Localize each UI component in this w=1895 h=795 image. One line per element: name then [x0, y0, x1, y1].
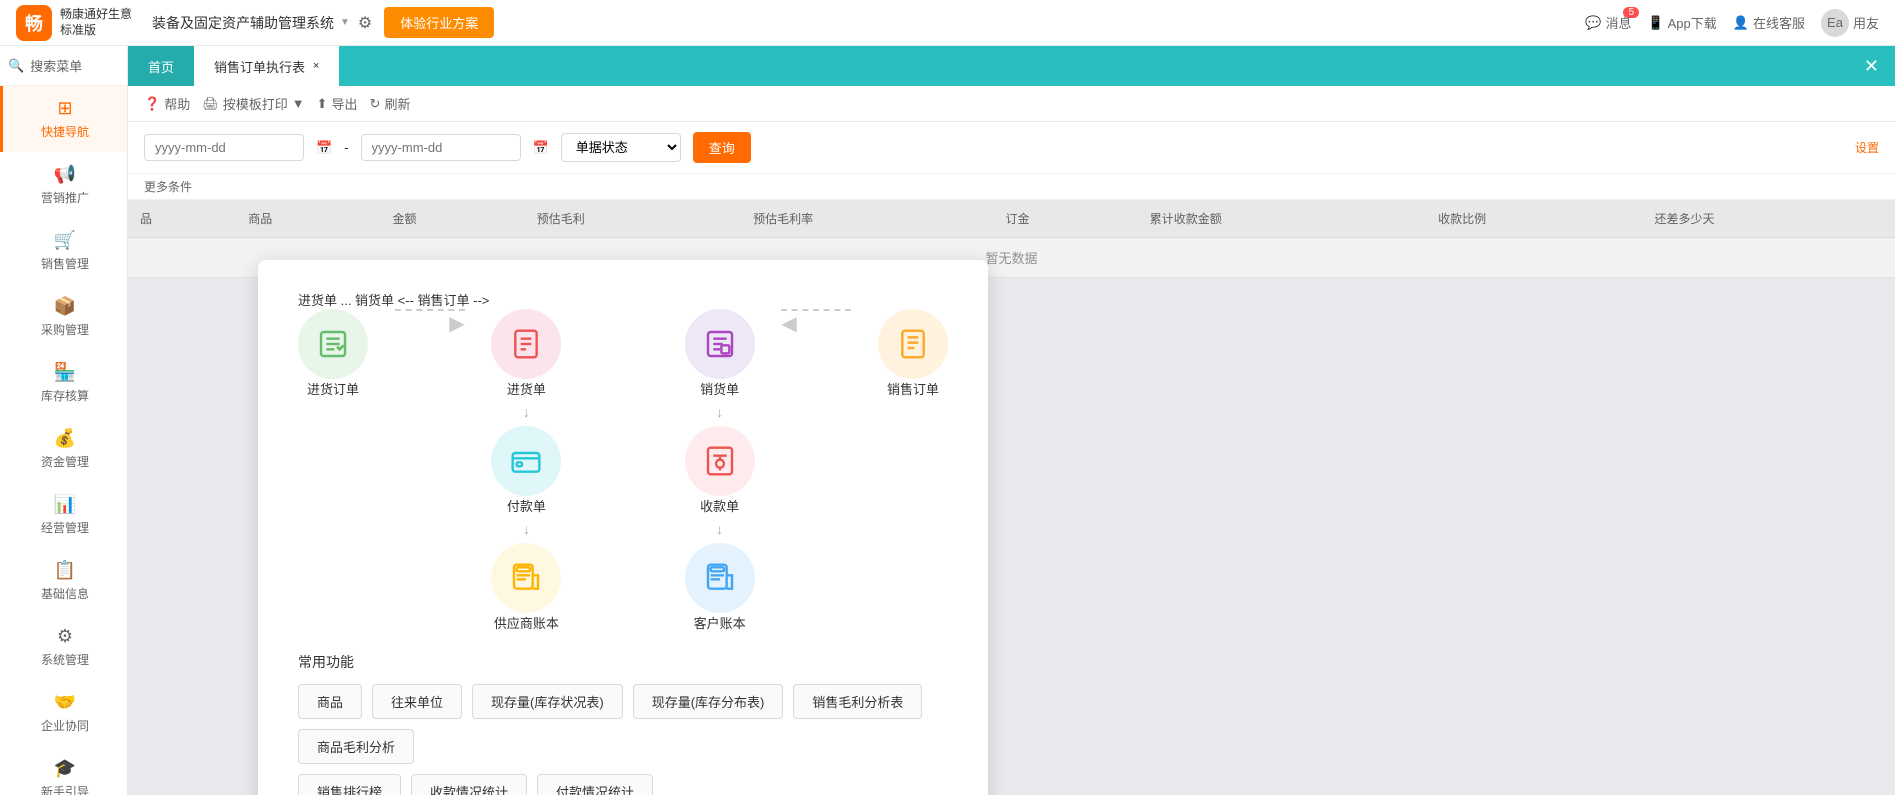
func-btn-product[interactable]: 商品 [298, 684, 362, 719]
tab-bar: 首页 销售订单执行表 × ✕ [128, 46, 1895, 86]
print-icon: 🖨 [202, 96, 219, 112]
sidebar-item-purchase[interactable]: 📦 采购管理 [0, 284, 127, 350]
arrow-v-4: ↓ [716, 521, 723, 537]
system-title: 装备及固定资产辅助管理系统 ▼ [152, 13, 350, 33]
flow-col-purchase: 进货单 ↓ [491, 309, 561, 632]
date-separator: - [344, 140, 348, 155]
common-title: 常用功能 [298, 652, 948, 672]
window-close-icon[interactable]: ✕ [1860, 56, 1883, 77]
service-icon: 👤 [1733, 15, 1749, 31]
popup-overlay: 进货单 ... 销货单 <-- 销售订单 --> [128, 200, 1895, 795]
calendar-icon[interactable]: 📅 [316, 140, 332, 156]
sidebar-item-guide[interactable]: 🎓 新手引导 [0, 746, 127, 795]
flow-circle-supplier-ledger[interactable] [491, 543, 561, 613]
sidebar: 🔍 搜索菜单 ⊞ 快捷导航 📢 营销推广 🛒 销售管理 📦 采购管理 🏪 [0, 46, 128, 795]
avatar: Ea [1821, 9, 1849, 37]
system-icon: ⚙ [57, 626, 73, 647]
finance-icon: 💰 [54, 428, 76, 449]
status-select[interactable]: 单据状态 [561, 133, 681, 162]
sales-icon: 🛒 [54, 230, 76, 251]
func-btn-sales-ranking[interactable]: 销售排行榜 [298, 774, 401, 795]
common-functions: 常用功能 商品 往来单位 现存量(库存状况表) 现存量(库存分布表) 销售毛利分… [258, 652, 988, 795]
search-button[interactable]: 查询 [693, 132, 751, 163]
refresh-button[interactable]: ↻ 刷新 [370, 94, 411, 113]
export-button[interactable]: ⬆ 导出 [317, 94, 358, 113]
sidebar-item-operations[interactable]: 📊 经营管理 [0, 482, 127, 548]
date-from-input[interactable] [144, 134, 304, 161]
func-btn-payment-stats[interactable]: 付款情况统计 [537, 774, 653, 795]
flow-circle-customer-ledger[interactable] [685, 543, 755, 613]
collaboration-icon: 🤝 [54, 692, 76, 713]
sidebar-item-system[interactable]: ⚙ 系统管理 [0, 614, 127, 680]
table-container: 品 商品 金额 预估毛利 预估毛利率 订金 累计收款金额 收款比例 还差多少天 [128, 200, 1895, 795]
filter-bar: 📅 - 📅 单据状态 查询 设置 [128, 122, 1895, 174]
basic-info-icon: 📋 [54, 560, 76, 581]
tab-close-icon[interactable]: × [313, 60, 319, 72]
filter-settings-link[interactable]: 设置 [1855, 139, 1879, 156]
logo-icon: 畅 [16, 5, 52, 41]
func-btn-inventory-status[interactable]: 现存量(库存状况表) [472, 684, 623, 719]
flow-circle-purchase[interactable] [491, 309, 561, 379]
sidebar-item-basic-info[interactable]: 📋 基础信息 [0, 548, 127, 614]
sidebar-item-marketing[interactable]: 📢 营销推广 [0, 152, 127, 218]
flow-circle-purchase-order[interactable] [298, 309, 368, 379]
search-icon: 🔍 [8, 58, 24, 74]
flow-circle-receipt[interactable] [685, 426, 755, 496]
func-btn-product-margin[interactable]: 商品毛利分析 [298, 729, 414, 764]
tab-home[interactable]: 首页 [128, 46, 194, 86]
sidebar-item-finance[interactable]: 💰 资金管理 [0, 416, 127, 482]
func-btn-receipt-stats[interactable]: 收款情况统计 [411, 774, 527, 795]
help-icon: ❓ [144, 96, 160, 112]
logo-text: 畅康通好生意 标准版 [60, 7, 132, 38]
quick-nav-icon: ⊞ [57, 98, 72, 119]
sidebar-item-sales[interactable]: 🛒 销售管理 [0, 218, 127, 284]
message-button[interactable]: 💬 消息 5 [1585, 13, 1631, 32]
user-menu[interactable]: Ea 用友 [1821, 9, 1879, 37]
arrow-h-1: ▶ [368, 309, 491, 380]
arrow-v-1: ↓ [523, 404, 530, 420]
flow-popup: 进货单 ... 销货单 <-- 销售订单 --> [258, 260, 988, 795]
template-print-button[interactable]: 🖨 按模板打印 ▼ [202, 94, 304, 113]
flow-col-sales: 销货单 ↓ [685, 309, 755, 632]
operations-icon: 📊 [54, 494, 76, 515]
func-btn-counterparty[interactable]: 往来单位 [372, 684, 462, 719]
func-btn-sales-margin[interactable]: 销售毛利分析表 [793, 684, 922, 719]
more-conditions-button[interactable]: 更多条件 [144, 178, 192, 195]
arrow-v-2: ↓ [716, 404, 723, 420]
flow-circle-sales-order[interactable] [878, 309, 948, 379]
purchase-icon: 📦 [54, 296, 76, 317]
sidebar-item-inventory[interactable]: 🏪 库存核算 [0, 350, 127, 416]
flow-col-sales-order: 销售订单 [878, 309, 948, 398]
online-service-button[interactable]: 👤 在线客服 [1733, 13, 1805, 32]
app-download-button[interactable]: 📱 App下载 [1647, 13, 1716, 32]
download-icon: 📱 [1647, 15, 1663, 31]
guide-icon: 🎓 [54, 758, 76, 779]
inventory-icon: 🏪 [54, 362, 76, 383]
date-to-input[interactable] [361, 134, 521, 161]
arrow-v-3: ↓ [523, 521, 530, 537]
logo: 畅 畅康通好生意 标准版 [16, 5, 136, 41]
marketing-icon: 📢 [54, 164, 76, 185]
arrow-h-2: ◀ [755, 309, 878, 380]
calendar-end-icon[interactable]: 📅 [533, 140, 549, 156]
sidebar-item-collaboration[interactable]: 🤝 企业协同 [0, 680, 127, 746]
flow-circle-sales[interactable] [685, 309, 755, 379]
func-buttons-row2: 销售排行榜 收款情况统计 付款情况统计 [298, 774, 948, 795]
help-button[interactable]: ❓ 帮助 [144, 94, 190, 113]
flow-col-purchase-order: 进货订单 [298, 309, 368, 398]
experience-button[interactable]: 体验行业方案 [384, 7, 494, 38]
message-icon: 💬 [1585, 15, 1601, 31]
export-icon: ⬆ [317, 96, 328, 112]
sidebar-item-quick-nav[interactable]: ⊞ 快捷导航 [0, 86, 127, 152]
print-dropdown-icon: ▼ [292, 96, 305, 111]
func-btn-inventory-dist[interactable]: 现存量(库存分布表) [633, 684, 784, 719]
func-buttons-container: 商品 往来单位 现存量(库存状况表) 现存量(库存分布表) 销售毛利分析表 商品… [298, 684, 948, 764]
search-menu-button[interactable]: 🔍 搜索菜单 [0, 46, 127, 86]
settings-icon[interactable]: ⚙ [358, 13, 372, 33]
tab-sales-order[interactable]: 销售订单执行表 × [194, 46, 339, 86]
chevron-down-icon[interactable]: ▼ [340, 17, 350, 28]
refresh-icon: ↻ [370, 96, 381, 112]
flow-circle-payment[interactable] [491, 426, 561, 496]
content-toolbar: ❓ 帮助 🖨 按模板打印 ▼ ⬆ 导出 ↻ 刷新 [128, 86, 1895, 122]
